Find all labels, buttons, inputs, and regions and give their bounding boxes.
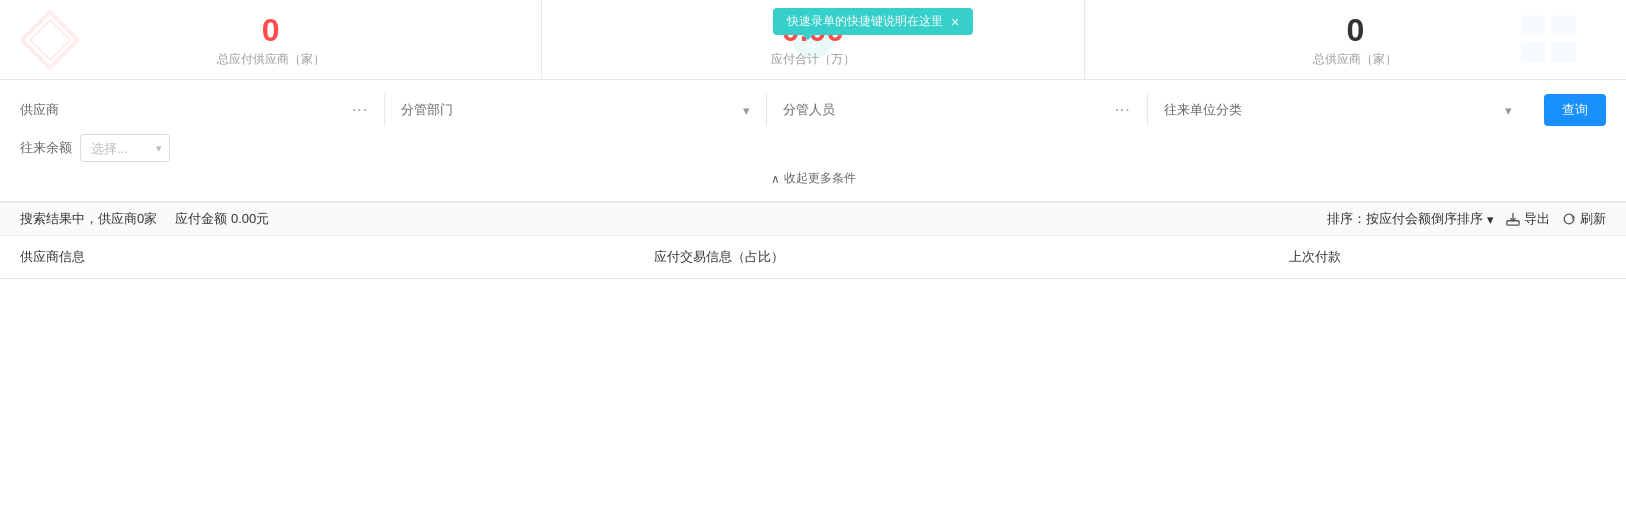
collapse-more-conditions-btn[interactable]: ∧ 收起更多条件 <box>771 170 856 187</box>
table-col-transaction-info: 应付交易信息（占比） <box>654 248 1288 266</box>
sort-label: 排序：按应付会额倒序排序 <box>1327 210 1483 228</box>
tooltip-close-btn[interactable]: × <box>951 15 959 29</box>
svg-rect-10 <box>1521 42 1546 62</box>
sort-button[interactable]: 排序：按应付会额倒序排序 ▾ <box>1327 210 1494 228</box>
balance-select-wrap[interactable]: 选择... <box>80 134 170 162</box>
supplier-label: 供应商 <box>20 101 70 119</box>
person-label: 分管人员 <box>783 101 835 119</box>
supplier-dots[interactable]: ··· <box>352 101 368 119</box>
refresh-label: 刷新 <box>1580 210 1606 228</box>
result-amount-info: 应付金额 0.00元 <box>175 211 269 226</box>
quick-shortcut-tooltip: 快速录单的快捷键说明在这里 × <box>773 8 973 35</box>
stat-total-suppliers: 0 总供应商（家） <box>1085 0 1626 79</box>
stat-total-payable-suppliers: 0 总应付供应商（家） <box>0 0 542 79</box>
result-info: 搜索结果中，供应商0家 应付金额 0.00元 <box>20 210 269 228</box>
stat-label-payable-total: 应付合计（万） <box>771 51 855 68</box>
table-header: 供应商信息 应付交易信息（占比） 上次付款 <box>0 236 1626 279</box>
balance-label: 往来余额 <box>20 139 72 157</box>
top-stats-bar: 0 总应付供应商（家） 快速录单的快捷键说明在这里 × 0.00 <box>0 0 1626 80</box>
stat-payable-total: 快速录单的快捷键说明在这里 × 0.00 应付合计（万） <box>542 0 1084 79</box>
department-label: 分管部门 <box>401 101 453 119</box>
svg-rect-8 <box>1521 15 1546 35</box>
unit-class-label: 往来单位分类 <box>1164 101 1242 119</box>
stat-number-total-suppliers: 0 <box>1346 11 1364 49</box>
search-button[interactable]: 查询 <box>1544 94 1606 126</box>
unit-class-field: 往来单位分类 ▾ <box>1148 94 1528 126</box>
collapse-arrow-icon: ∧ <box>771 172 780 186</box>
stat-number-payable-suppliers: 0 <box>262 11 280 49</box>
stat-label-payable-suppliers: 总应付供应商（家） <box>217 51 325 68</box>
svg-rect-9 <box>1551 15 1576 35</box>
search-area: 供应商 ··· 分管部门 ▾ 分管人员 ··· 往来单位分类 ▾ 查询 往来余额 <box>0 80 1626 202</box>
person-input[interactable] <box>843 103 1107 118</box>
table-body <box>0 279 1626 515</box>
department-dropdown-icon[interactable]: ▾ <box>743 103 750 118</box>
result-actions: 排序：按应付会额倒序排序 ▾ 导出 刷新 <box>1327 210 1606 228</box>
department-field: 分管部门 ▾ <box>385 94 766 126</box>
tooltip-text: 快速录单的快捷键说明在这里 <box>787 13 943 30</box>
balance-field: 往来余额 选择... <box>20 134 170 162</box>
svg-rect-11 <box>1551 42 1576 62</box>
balance-select[interactable]: 选择... <box>80 134 170 162</box>
sort-chevron-icon: ▾ <box>1487 212 1494 227</box>
unit-class-input[interactable] <box>1250 103 1497 118</box>
supplier-field: 供应商 ··· <box>20 94 385 126</box>
export-icon <box>1506 212 1520 226</box>
diamond-bg-icon <box>20 10 80 70</box>
stat-label-total-suppliers: 总供应商（家） <box>1313 51 1397 68</box>
export-button[interactable]: 导出 <box>1506 210 1550 228</box>
table-col-supplier-info: 供应商信息 <box>20 248 654 266</box>
department-input[interactable] <box>461 103 734 118</box>
person-dots[interactable]: ··· <box>1114 101 1130 119</box>
export-label: 导出 <box>1524 210 1550 228</box>
result-bar: 搜索结果中，供应商0家 应付金额 0.00元 排序：按应付会额倒序排序 ▾ 导出… <box>0 202 1626 236</box>
collapse-label: 收起更多条件 <box>784 170 856 187</box>
result-suppliers-info: 搜索结果中，供应商0家 <box>20 211 157 226</box>
person-field: 分管人员 ··· <box>767 94 1148 126</box>
search-row-2: 往来余额 选择... <box>20 134 1606 162</box>
table-col-last-payment: 上次付款 <box>1289 248 1606 266</box>
search-row-1: 供应商 ··· 分管部门 ▾ 分管人员 ··· 往来单位分类 ▾ 查询 <box>20 94 1606 126</box>
unit-class-dropdown-icon[interactable]: ▾ <box>1505 103 1512 118</box>
refresh-icon <box>1562 212 1576 226</box>
refresh-button[interactable]: 刷新 <box>1562 210 1606 228</box>
supplier-input[interactable] <box>78 103 344 118</box>
doc-bg-icon <box>1516 10 1586 70</box>
